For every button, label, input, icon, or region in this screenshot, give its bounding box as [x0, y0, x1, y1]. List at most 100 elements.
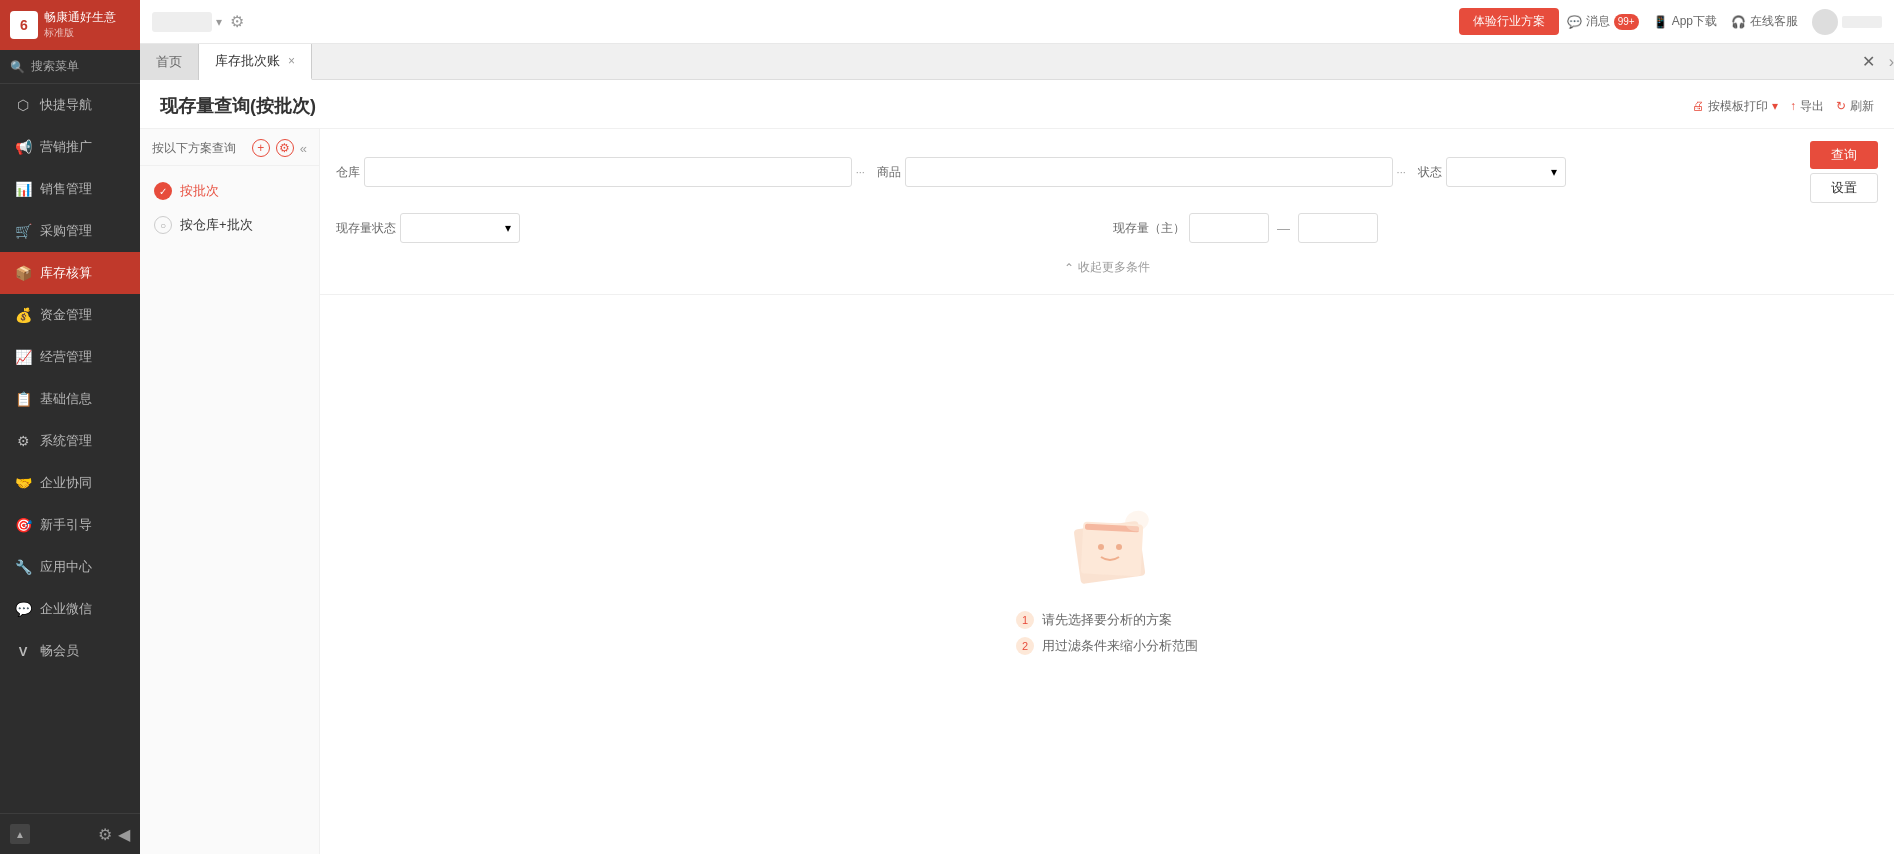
refresh-icon: ↻ — [1836, 99, 1846, 113]
settings-icon: ⚙ — [279, 141, 290, 155]
tip-text-2: 用过滤条件来缩小分析范围 — [1042, 637, 1198, 655]
scheme-dot: ○ — [154, 216, 172, 234]
collapse-more-btn[interactable]: ⌃ 收起更多条件 — [336, 253, 1878, 282]
sidebar-item-wechat[interactable]: 💬 企业微信 — [0, 588, 140, 630]
warehouse-input[interactable] — [364, 157, 852, 187]
scheme-item-warehouse-batch[interactable]: ○ 按仓库+批次 — [140, 208, 319, 242]
print-chevron-icon: ▾ — [1772, 99, 1778, 113]
sidebar-item-marketing[interactable]: 📢 营销推广 — [0, 126, 140, 168]
app-download-icon: 📱 — [1653, 15, 1668, 29]
sidebar-item-appstore[interactable]: 🔧 应用中心 — [0, 546, 140, 588]
topbar-actions: 💬 消息 99+ 📱 App下载 🎧 在线客服 — [1567, 9, 1882, 35]
filter-row-1: 仓库 ··· 商品 ··· 状态 — [336, 141, 1878, 203]
topbar-gear-icon[interactable]: ⚙ — [230, 12, 244, 31]
sidebar-item-operations[interactable]: 📈 经营管理 — [0, 336, 140, 378]
export-label: 导出 — [1800, 98, 1824, 115]
warehouse-field: 仓库 ··· — [336, 157, 865, 187]
stock-main-label: 现存量（主） — [1113, 220, 1185, 237]
sidebar: 6 畅康通好生意 标准版 🔍 搜索菜单 ⬡ 快捷导航 📢 营销推广 📊 销售管理… — [0, 0, 140, 854]
filter-settings-button[interactable]: 设置 — [1810, 173, 1878, 203]
stock-main-from-input[interactable] — [1189, 213, 1269, 243]
empty-svg-icon — [1057, 495, 1167, 605]
sidebar-item-sales[interactable]: 📊 销售管理 — [0, 168, 140, 210]
avatar — [1812, 9, 1838, 35]
status-chevron-icon: ▾ — [1551, 165, 1557, 179]
sidebar-search-area[interactable]: 🔍 搜索菜单 — [0, 50, 140, 84]
sidebar-item-newbie[interactable]: 🎯 新手引导 — [0, 504, 140, 546]
export-action[interactable]: ↑ 导出 — [1790, 98, 1824, 115]
page-title: 现存量查询(按批次) — [160, 94, 316, 118]
trial-btn[interactable]: 体验行业方案 — [1459, 8, 1559, 35]
status-select[interactable]: ▾ — [1446, 157, 1566, 187]
sidebar-item-enterprise[interactable]: 🤝 企业协同 — [0, 462, 140, 504]
scheme-item-label: 按仓库+批次 — [180, 216, 253, 234]
warehouse-more-btn[interactable]: ··· — [856, 166, 865, 178]
topbar: ▾ ⚙ 体验行业方案 💬 消息 99+ 📱 App下载 🎧 在线客服 — [140, 0, 1894, 44]
sidebar-item-basics[interactable]: 📋 基础信息 — [0, 378, 140, 420]
app-download-label: App下载 — [1672, 13, 1717, 30]
basics-icon: 📋 — [14, 390, 32, 408]
username-placeholder — [1842, 16, 1882, 28]
sidebar-item-purchase[interactable]: 🛒 采购管理 — [0, 210, 140, 252]
sidebar-logo: 6 — [10, 11, 38, 39]
refresh-action[interactable]: ↻ 刷新 — [1836, 98, 1874, 115]
tab-home[interactable]: 首页 — [140, 44, 199, 80]
footer-settings-icon[interactable]: ⚙ — [98, 825, 112, 844]
search-icon: 🔍 — [10, 60, 25, 74]
sidebar-header: 6 畅康通好生意 标准版 — [0, 0, 140, 50]
sidebar-item-label: 营销推广 — [40, 138, 92, 156]
user-avatar-action[interactable] — [1812, 9, 1882, 35]
filter-buttons: 查询 设置 — [1810, 141, 1878, 203]
stock-main-field: 现存量（主） — — [1113, 213, 1878, 243]
tip-text-1: 请先选择要分析的方案 — [1042, 611, 1172, 629]
finance-icon: 💰 — [14, 306, 32, 324]
product-input[interactable] — [905, 157, 1393, 187]
tip-num-1: 1 — [1016, 611, 1034, 629]
app-download-action[interactable]: 📱 App下载 — [1653, 13, 1717, 30]
breadcrumb-placeholder — [152, 12, 212, 32]
search-menu-label: 搜索菜单 — [31, 58, 79, 75]
sidebar-item-label: 应用中心 — [40, 558, 92, 576]
sidebar-app-name: 畅康通好生意 — [44, 10, 116, 26]
empty-tips: 1 请先选择要分析的方案 2 用过滤条件来缩小分析范围 — [1016, 611, 1198, 655]
scheme-item-batch[interactable]: ✓ 按批次 — [140, 174, 319, 208]
tabbar-close-button[interactable]: ✕ — [1862, 52, 1875, 71]
svg-point-4 — [1116, 544, 1122, 550]
online-service-action[interactable]: 🎧 在线客服 — [1731, 13, 1798, 30]
stock-status-chevron-icon: ▾ — [505, 221, 511, 235]
system-icon: ⚙ — [14, 432, 32, 450]
empty-state: 1 请先选择要分析的方案 2 用过滤条件来缩小分析范围 — [320, 295, 1894, 854]
right-panel: 仓库 ··· 商品 ··· 状态 — [320, 129, 1894, 854]
scheme-settings-btn[interactable]: ⚙ — [276, 139, 294, 157]
query-button[interactable]: 查询 — [1810, 141, 1878, 169]
main-area: ▾ ⚙ 体验行业方案 💬 消息 99+ 📱 App下载 🎧 在线客服 — [140, 0, 1894, 854]
breadcrumb: ▾ — [152, 12, 222, 32]
panel-collapse-btn[interactable]: « — [300, 141, 307, 156]
sidebar-item-label: 企业微信 — [40, 600, 92, 618]
tab-active-label: 库存批次账 — [215, 52, 280, 70]
stock-main-to-input[interactable] — [1298, 213, 1378, 243]
product-more-btn[interactable]: ··· — [1397, 166, 1406, 178]
add-scheme-btn[interactable]: + — [252, 139, 270, 157]
sidebar-item-label: 基础信息 — [40, 390, 92, 408]
print-action[interactable]: 🖨 按模板打印 ▾ — [1692, 98, 1778, 115]
panel-title: 按以下方案查询 — [152, 140, 236, 157]
message-action[interactable]: 💬 消息 99+ — [1567, 13, 1639, 30]
tab-close-icon[interactable]: × — [288, 54, 295, 68]
sidebar-scroll-up-btn[interactable]: ▲ — [10, 824, 30, 844]
tab-home-label: 首页 — [156, 53, 182, 71]
sidebar-item-label: 销售管理 — [40, 180, 92, 198]
sidebar-item-inventory[interactable]: 📦 库存核算 — [0, 252, 140, 294]
sidebar-item-finance[interactable]: 💰 资金管理 — [0, 294, 140, 336]
stock-status-select[interactable]: ▾ — [400, 213, 520, 243]
sidebar-item-member[interactable]: V 畅会员 — [0, 630, 140, 672]
tab-inventory-batch[interactable]: 库存批次账 × — [199, 44, 312, 80]
sidebar-item-system[interactable]: ⚙ 系统管理 — [0, 420, 140, 462]
sidebar-item-label: 系统管理 — [40, 432, 92, 450]
tabbar-scroll-right-icon[interactable]: › — [1889, 53, 1894, 71]
status-field: 状态 ▾ — [1418, 157, 1788, 187]
search-menu-button[interactable]: 🔍 搜索菜单 — [10, 58, 130, 75]
footer-collapse-icon[interactable]: ◀ — [118, 825, 130, 844]
sidebar-item-quick-nav[interactable]: ⬡ 快捷导航 — [0, 84, 140, 126]
sidebar-nav: ⬡ 快捷导航 📢 营销推广 📊 销售管理 🛒 采购管理 📦 库存核算 💰 资金管… — [0, 84, 140, 813]
